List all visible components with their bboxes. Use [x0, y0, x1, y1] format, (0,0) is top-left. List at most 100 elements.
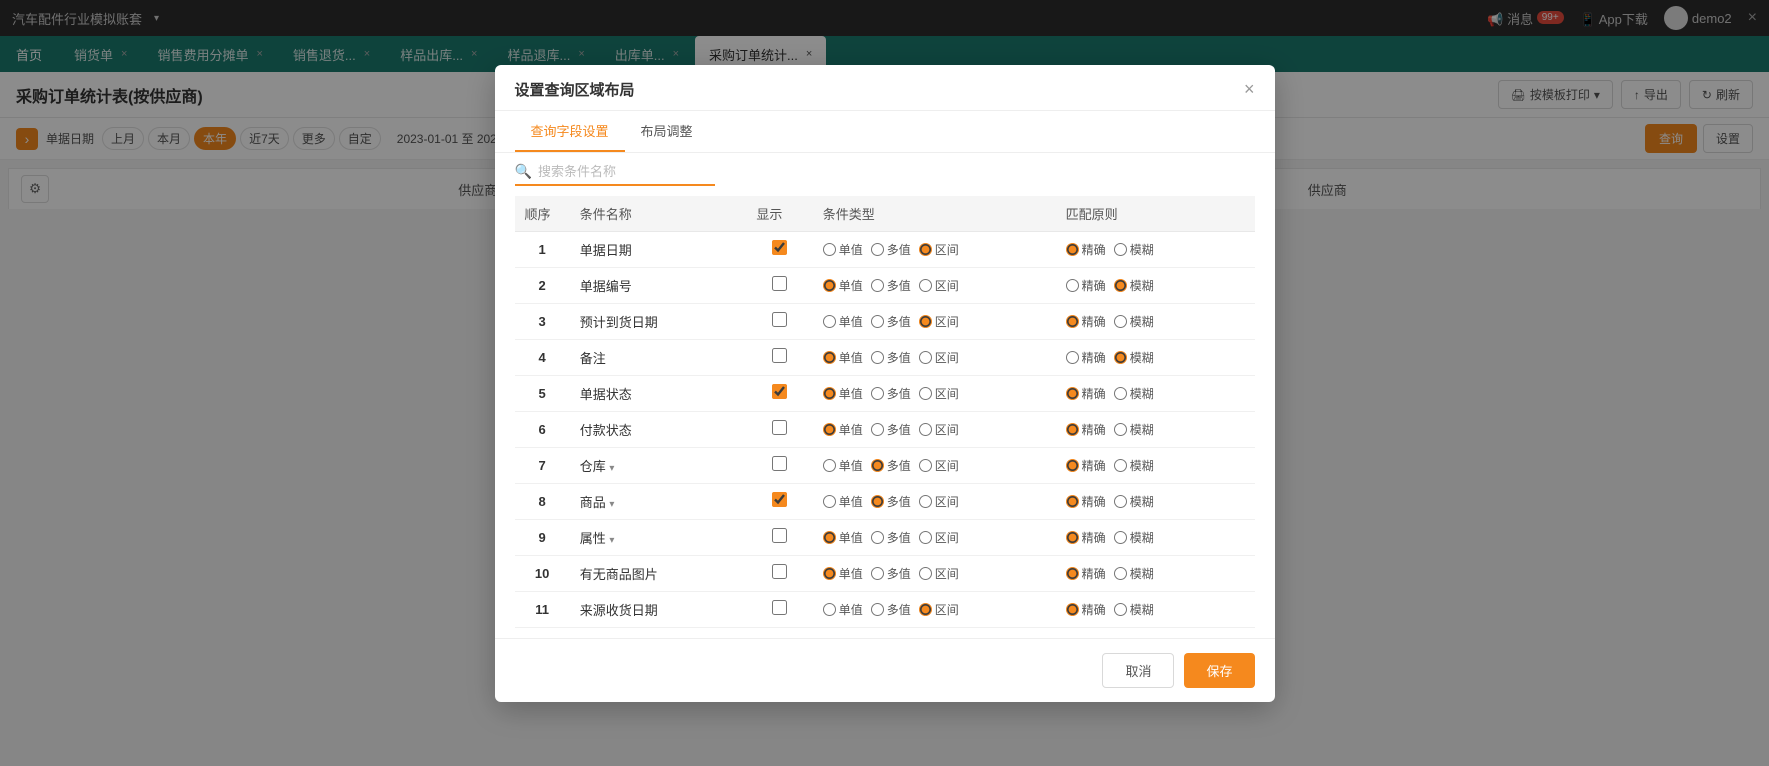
save-btn[interactable]: 保存 [1184, 653, 1254, 688]
radio-match-精确-10[interactable]: 精确 [1066, 601, 1106, 618]
radio-input-type-区间-8[interactable] [919, 531, 932, 544]
radio-input-type-区间-9[interactable] [919, 567, 932, 580]
radio-input-type-单值-5[interactable] [823, 423, 836, 436]
radio-input-type-多值-2[interactable] [871, 315, 884, 328]
radio-type-多值-2[interactable]: 多值 [871, 313, 911, 330]
radio-input-match-模糊-2[interactable] [1114, 315, 1127, 328]
radio-input-type-单值-1[interactable] [823, 279, 836, 292]
radio-input-match-模糊-7[interactable] [1114, 495, 1127, 508]
radio-match-模糊-10[interactable]: 模糊 [1114, 601, 1154, 618]
radio-type-多值-1[interactable]: 多值 [871, 277, 911, 294]
radio-type-单值-4[interactable]: 单值 [823, 385, 863, 402]
radio-input-match-模糊-3[interactable] [1114, 351, 1127, 364]
radio-type-区间-6[interactable]: 区间 [919, 457, 959, 474]
radio-input-match-精确-7[interactable] [1066, 495, 1079, 508]
radio-input-type-单值-3[interactable] [823, 351, 836, 364]
radio-match-模糊-2[interactable]: 模糊 [1114, 313, 1154, 330]
checkbox-display-3[interactable] [772, 348, 787, 363]
radio-input-type-区间-10[interactable] [919, 603, 932, 616]
cell-display-4[interactable] [746, 375, 812, 411]
radio-input-type-多值-4[interactable] [871, 387, 884, 400]
radio-type-区间-9[interactable]: 区间 [919, 565, 959, 582]
radio-input-type-多值-10[interactable] [871, 603, 884, 616]
radio-input-type-多值-5[interactable] [871, 423, 884, 436]
radio-match-模糊-5[interactable]: 模糊 [1114, 421, 1154, 438]
radio-input-type-单值-0[interactable] [823, 243, 836, 256]
checkbox-display-9[interactable] [772, 564, 787, 579]
radio-input-type-多值-0[interactable] [871, 243, 884, 256]
radio-match-精确-5[interactable]: 精确 [1066, 421, 1106, 438]
radio-input-type-多值-1[interactable] [871, 279, 884, 292]
radio-type-单值-9[interactable]: 单值 [823, 565, 863, 582]
radio-input-match-精确-2[interactable] [1066, 315, 1079, 328]
radio-type-多值-8[interactable]: 多值 [871, 529, 911, 546]
radio-type-区间-0[interactable]: 区间 [919, 241, 959, 258]
radio-type-单值-10[interactable]: 单值 [823, 601, 863, 618]
radio-type-区间-8[interactable]: 区间 [919, 529, 959, 546]
checkbox-display-10[interactable] [772, 600, 787, 615]
radio-input-type-多值-6[interactable] [871, 459, 884, 472]
radio-input-match-模糊-0[interactable] [1114, 243, 1127, 256]
dropdown-caret-6[interactable]: ▾ [609, 463, 614, 474]
radio-type-多值-6[interactable]: 多值 [871, 457, 911, 474]
radio-match-精确-6[interactable]: 精确 [1066, 457, 1106, 474]
radio-type-区间-2[interactable]: 区间 [919, 313, 959, 330]
radio-input-match-精确-8[interactable] [1066, 531, 1079, 544]
cell-display-10[interactable] [746, 591, 812, 627]
modal-tab-layout[interactable]: 布局调整 [625, 111, 709, 152]
checkbox-display-2[interactable] [772, 312, 787, 327]
radio-input-match-精确-10[interactable] [1066, 603, 1079, 616]
radio-type-多值-3[interactable]: 多值 [871, 349, 911, 366]
radio-input-type-区间-2[interactable] [919, 315, 932, 328]
radio-input-type-区间-4[interactable] [919, 387, 932, 400]
radio-match-模糊-4[interactable]: 模糊 [1114, 385, 1154, 402]
radio-match-精确-2[interactable]: 精确 [1066, 313, 1106, 330]
radio-match-精确-9[interactable]: 精确 [1066, 565, 1106, 582]
radio-match-模糊-7[interactable]: 模糊 [1114, 493, 1154, 510]
radio-match-模糊-6[interactable]: 模糊 [1114, 457, 1154, 474]
radio-match-模糊-8[interactable]: 模糊 [1114, 529, 1154, 546]
radio-type-单值-1[interactable]: 单值 [823, 277, 863, 294]
radio-match-精确-7[interactable]: 精确 [1066, 493, 1106, 510]
radio-type-单值-2[interactable]: 单值 [823, 313, 863, 330]
radio-input-type-单值-10[interactable] [823, 603, 836, 616]
cell-display-5[interactable] [746, 411, 812, 447]
checkbox-display-4[interactable] [772, 384, 787, 399]
radio-type-区间-10[interactable]: 区间 [919, 601, 959, 618]
radio-input-type-多值-7[interactable] [871, 495, 884, 508]
radio-input-type-单值-8[interactable] [823, 531, 836, 544]
cell-display-0[interactable] [746, 231, 812, 267]
radio-input-match-精确-9[interactable] [1066, 567, 1079, 580]
radio-input-match-模糊-10[interactable] [1114, 603, 1127, 616]
radio-input-type-单值-4[interactable] [823, 387, 836, 400]
radio-input-type-区间-7[interactable] [919, 495, 932, 508]
radio-type-区间-7[interactable]: 区间 [919, 493, 959, 510]
cell-display-2[interactable] [746, 303, 812, 339]
modal-tab-query-fields[interactable]: 查询字段设置 [515, 111, 625, 152]
radio-input-match-模糊-9[interactable] [1114, 567, 1127, 580]
radio-match-模糊-3[interactable]: 模糊 [1114, 349, 1154, 366]
radio-match-模糊-0[interactable]: 模糊 [1114, 241, 1154, 258]
radio-input-type-单值-7[interactable] [823, 495, 836, 508]
radio-type-区间-5[interactable]: 区间 [919, 421, 959, 438]
radio-type-单值-3[interactable]: 单值 [823, 349, 863, 366]
radio-input-type-区间-0[interactable] [919, 243, 932, 256]
cell-display-9[interactable] [746, 555, 812, 591]
radio-match-模糊-1[interactable]: 模糊 [1114, 277, 1154, 294]
radio-type-单值-7[interactable]: 单值 [823, 493, 863, 510]
radio-input-type-区间-1[interactable] [919, 279, 932, 292]
radio-input-match-精确-4[interactable] [1066, 387, 1079, 400]
cell-display-1[interactable] [746, 267, 812, 303]
radio-input-match-模糊-4[interactable] [1114, 387, 1127, 400]
cell-display-7[interactable] [746, 483, 812, 519]
radio-input-match-精确-6[interactable] [1066, 459, 1079, 472]
radio-input-type-区间-6[interactable] [919, 459, 932, 472]
radio-input-type-多值-9[interactable] [871, 567, 884, 580]
modal-close-btn[interactable]: × [1244, 80, 1255, 98]
checkbox-display-8[interactable] [772, 528, 787, 543]
radio-type-单值-6[interactable]: 单值 [823, 457, 863, 474]
dropdown-caret-7[interactable]: ▾ [609, 499, 614, 510]
radio-type-多值-7[interactable]: 多值 [871, 493, 911, 510]
radio-input-type-区间-5[interactable] [919, 423, 932, 436]
radio-input-type-区间-3[interactable] [919, 351, 932, 364]
